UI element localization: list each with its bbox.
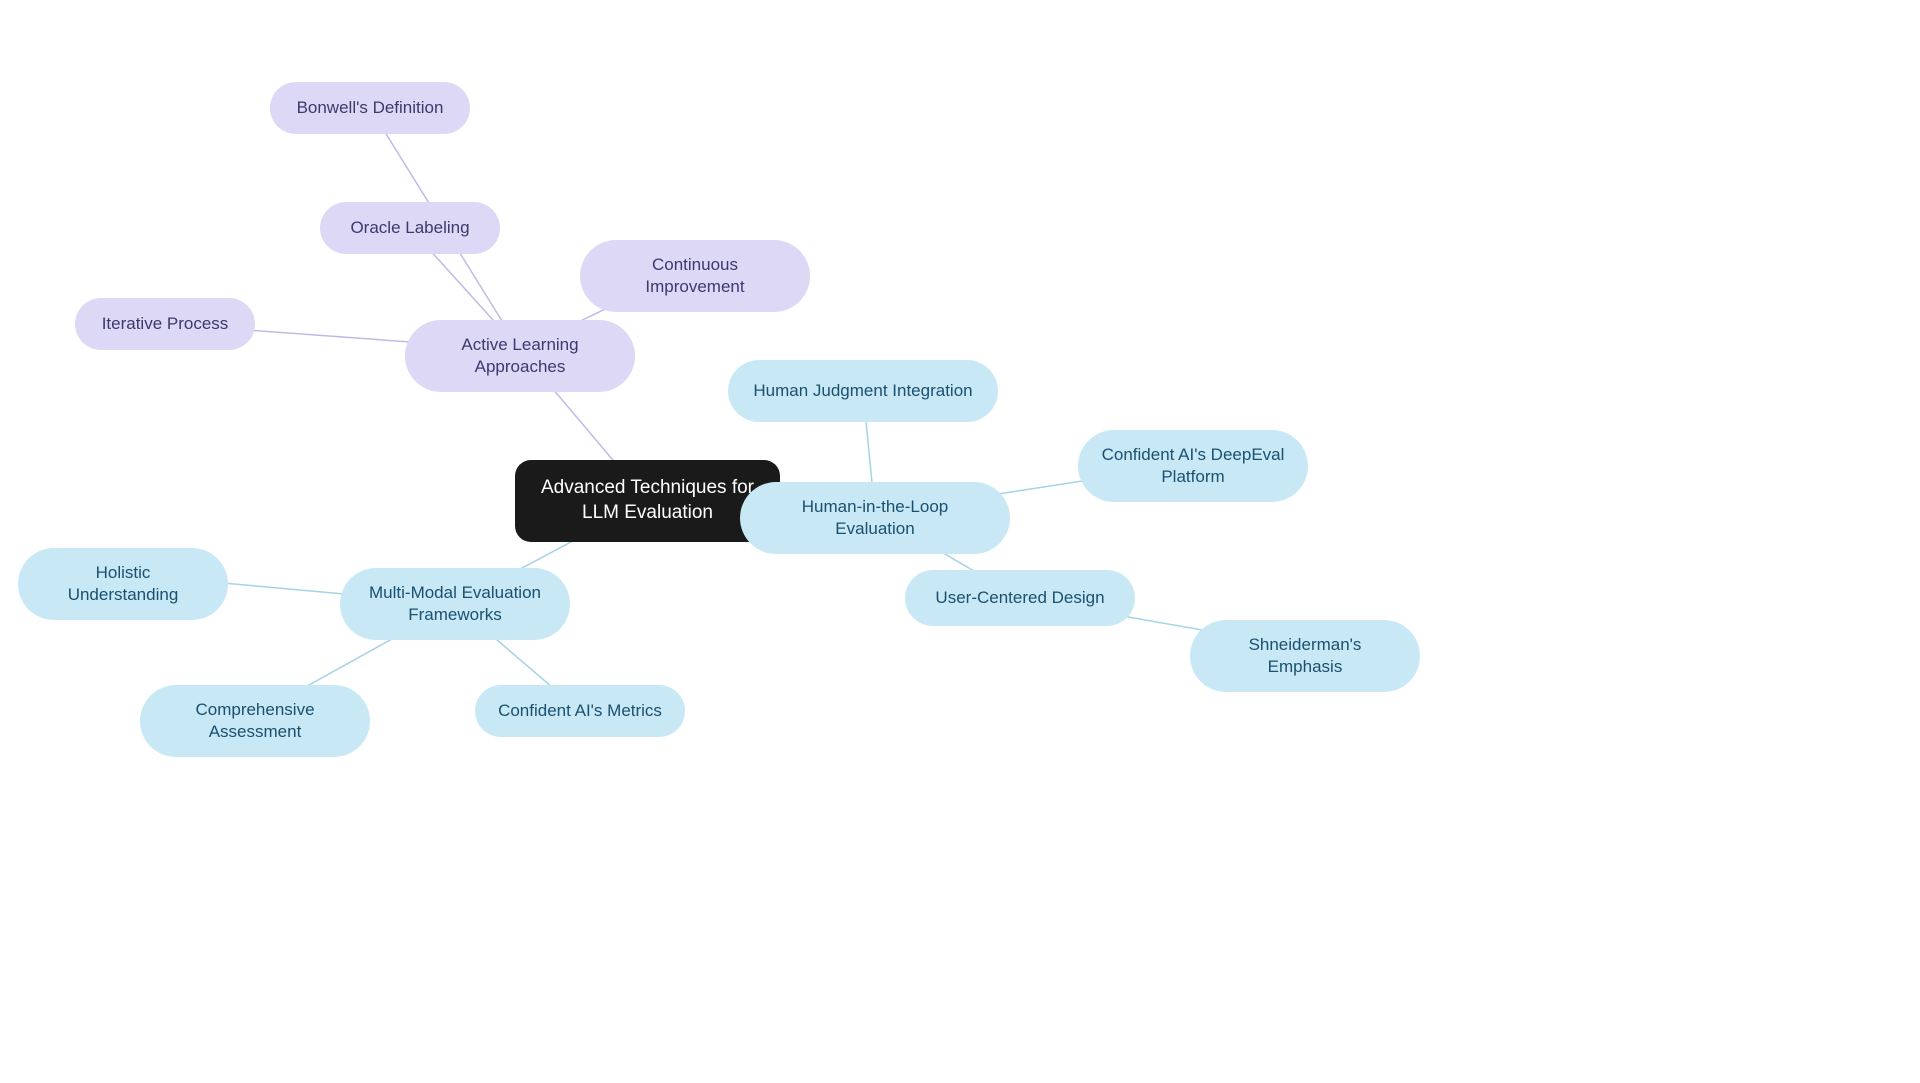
node-continuous_improvement: Continuous Improvement <box>580 240 810 312</box>
node-user_centered: User-Centered Design <box>905 570 1135 626</box>
node-oracle_labeling: Oracle Labeling <box>320 202 500 254</box>
node-iterative_process: Iterative Process <box>75 298 255 350</box>
node-active_learning: Active Learning Approaches <box>405 320 635 392</box>
node-multi_modal: Multi-Modal Evaluation Frameworks <box>340 568 570 640</box>
node-human_judgment: Human Judgment Integration <box>728 360 998 422</box>
node-human_loop: Human-in-the-Loop Evaluation <box>740 482 1010 554</box>
node-bonwells_def: Bonwell's Definition <box>270 82 470 134</box>
node-confidentai_metrics: Confident AI's Metrics <box>475 685 685 737</box>
node-holistic_understanding: Holistic Understanding <box>18 548 228 620</box>
mindmap-container: Advanced Techniques for LLM Evaluation Ac… <box>0 0 1920 1083</box>
node-comprehensive_assessment: Comprehensive Assessment <box>140 685 370 757</box>
node-confidentai_deepeval: Confident AI's DeepEval Platform <box>1078 430 1308 502</box>
node-center: Advanced Techniques for LLM Evaluation <box>515 460 780 542</box>
node-shneidermans: Shneiderman's Emphasis <box>1190 620 1420 692</box>
